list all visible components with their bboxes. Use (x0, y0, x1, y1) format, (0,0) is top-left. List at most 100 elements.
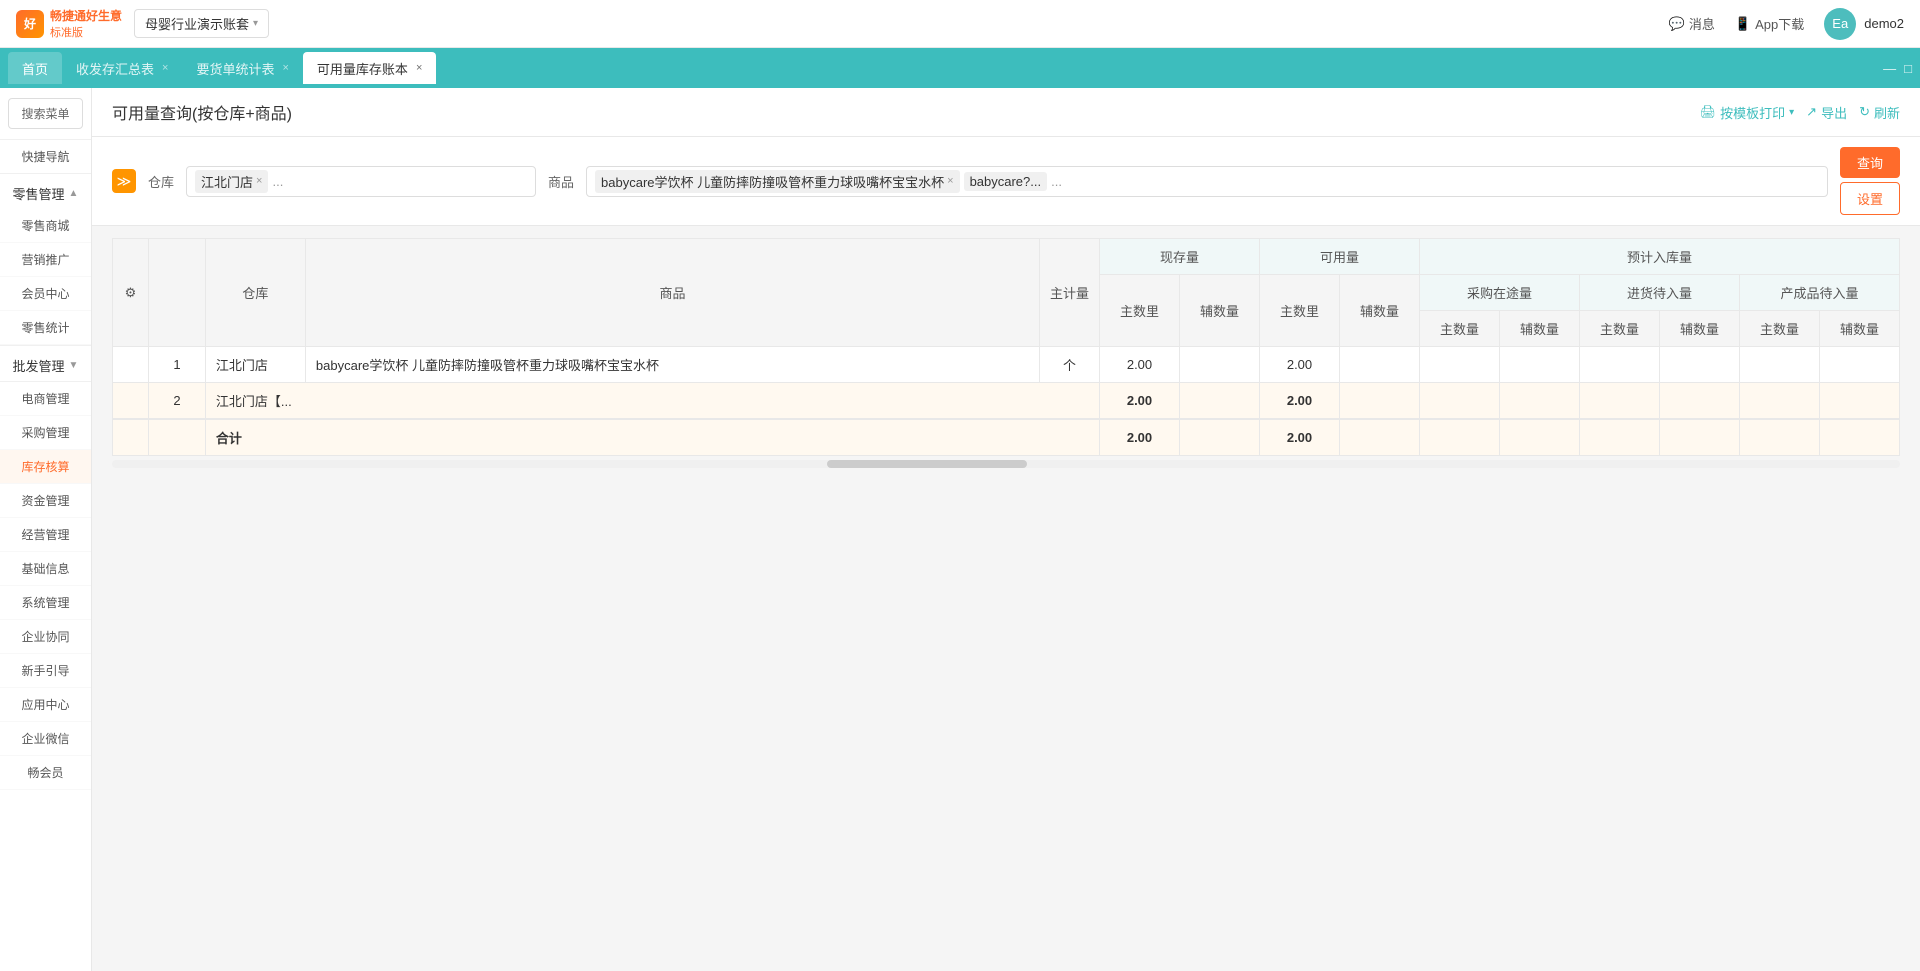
total-purchase-aux (1500, 419, 1580, 456)
product-tag-2-text: babycare?... (970, 174, 1042, 189)
tab-available-stock-close[interactable]: × (416, 62, 422, 74)
subtotal-production-aux (1820, 383, 1900, 420)
print-icon: 🖨 (1700, 104, 1717, 120)
sidebar-item-ecommerce[interactable]: 电商管理 (0, 382, 91, 416)
th-warehouse: 仓库 (205, 239, 305, 347)
sidebar-item-members[interactable]: 会员中心 (0, 277, 91, 311)
search-menu-btn[interactable]: 搜索菜单 (8, 98, 83, 129)
warehouse-tag[interactable]: 江北门店 × (195, 170, 268, 193)
th-available-aux: 辅数量 (1340, 275, 1420, 347)
tab-order-stats[interactable]: 要货单统计表 × (182, 52, 302, 84)
horizontal-scrollbar[interactable] (112, 460, 1900, 468)
top-bar-left: 好 畅捷通好生意 标准版 母婴行业演示账套 ▾ (16, 7, 269, 40)
industry-selector[interactable]: 母婴行业演示账套 ▾ (134, 9, 269, 38)
query-btn[interactable]: 查询 (1840, 147, 1900, 178)
row-production-aux-cell (1820, 347, 1900, 383)
sidebar-item-marketing[interactable]: 营销推广 (0, 243, 91, 277)
app-download-btn[interactable]: 📱 App下载 (1735, 14, 1804, 33)
warehouse-filter-label: 仓库 (148, 172, 174, 191)
th-purchase-main: 主数量 (1420, 311, 1500, 347)
row-stock-aux-cell (1180, 347, 1260, 383)
tab-order-stats-close[interactable]: × (282, 62, 288, 74)
refresh-btn[interactable]: ↻ 刷新 (1859, 103, 1900, 122)
row-unit-cell: 个 (1040, 347, 1100, 383)
row-num-cell: 1 (149, 347, 206, 383)
logo-text: 畅捷通好生意 标准版 (50, 7, 122, 40)
sidebar-item-inventory[interactable]: 库存核算 (0, 450, 91, 484)
sidebar-item-finance[interactable]: 资金管理 (0, 484, 91, 518)
sidebar-item-system[interactable]: 系统管理 (0, 586, 91, 620)
total-label-cell: 合计 (205, 419, 1099, 456)
sidebar-item-retail-mall[interactable]: 零售商城 (0, 209, 91, 243)
total-production-aux (1820, 419, 1900, 456)
sidebar-item-changhui[interactable]: 畅会员 (0, 756, 91, 790)
sidebar-item-retail[interactable]: 零售管理 ▲ (0, 174, 91, 209)
product-tag-1-close[interactable]: × (947, 175, 953, 187)
sidebar-item-operations[interactable]: 经营管理 (0, 518, 91, 552)
content-area: 可用量查询(按仓库+商品) 🖨 按模板打印 ▾ ↗ 导出 ↻ 刷新 ≫ (92, 88, 1920, 971)
page-actions: 🖨 按模板打印 ▾ ↗ 导出 ↻ 刷新 (1700, 103, 1900, 122)
tab-receive-send[interactable]: 收发存汇总表 × (62, 52, 182, 84)
column-settings-icon[interactable]: ⚙ (125, 285, 137, 300)
settings-btn[interactable]: 设置 (1840, 182, 1900, 215)
chevron-down-icon: ▼ (69, 360, 79, 371)
product-filter-more[interactable]: ... (1051, 174, 1062, 189)
page-header: 可用量查询(按仓库+商品) 🖨 按模板打印 ▾ ↗ 导出 ↻ 刷新 (92, 88, 1920, 137)
th-incoming-aux: 辅数量 (1660, 311, 1740, 347)
th-incoming-main: 主数量 (1580, 311, 1660, 347)
subtotal-incoming-main (1580, 383, 1660, 420)
product-tag-2[interactable]: babycare?... (964, 172, 1048, 191)
warehouse-filter-tags: 江北门店 × ... (186, 166, 536, 197)
product-filter-tags: babycare学饮杯 儿童防摔防撞吸管杯重力球吸嘴杯宝宝水杯 × babyca… (586, 166, 1828, 197)
subtotal-settings-cell (113, 383, 149, 420)
sidebar-item-appstore[interactable]: 应用中心 (0, 688, 91, 722)
th-settings: ⚙ (113, 239, 149, 347)
refresh-label: 刷新 (1874, 103, 1900, 122)
th-purchase-group: 采购在途量 (1420, 275, 1580, 311)
print-label: 按模板打印 (1720, 103, 1785, 122)
sidebar-item-enterprise[interactable]: 企业协同 (0, 620, 91, 654)
scrollbar-thumb[interactable] (827, 460, 1027, 468)
industry-label: 母婴行业演示账套 (145, 14, 249, 33)
row-available-aux-cell (1340, 347, 1420, 383)
sidebar-item-guide[interactable]: 新手引导 (0, 654, 91, 688)
logo-area: 好 畅捷通好生意 标准版 (16, 7, 122, 40)
quick-nav-btn[interactable]: 快捷导航 (0, 140, 91, 174)
tab-receive-send-close[interactable]: × (162, 62, 168, 74)
subtotal-available-aux (1340, 383, 1420, 420)
user-profile[interactable]: Ea demo2 (1824, 8, 1904, 40)
export-btn[interactable]: ↗ 导出 (1806, 103, 1847, 122)
nav-right: — □ (1883, 61, 1912, 76)
sidebar-item-wholesale[interactable]: 批发管理 ▼ (0, 346, 91, 381)
tab-home[interactable]: 首页 (8, 52, 62, 84)
th-planned-group: 预计入库量 (1420, 239, 1900, 275)
subtotal-purchase-main (1420, 383, 1500, 420)
sidebar-item-wechat[interactable]: 企业微信 (0, 722, 91, 756)
warehouse-filter-more[interactable]: ... (272, 174, 283, 189)
minimize-icon[interactable]: — (1883, 61, 1896, 76)
sidebar-item-basic[interactable]: 基础信息 (0, 552, 91, 586)
avatar-text: Ea (1832, 16, 1848, 31)
tab-home-label: 首页 (22, 59, 48, 78)
sidebar-item-purchase[interactable]: 采购管理 (0, 416, 91, 450)
sidebar-section-wholesale: 批发管理 ▼ (0, 346, 91, 382)
tab-available-stock[interactable]: 可用量库存账本 × (303, 52, 436, 84)
table-row: 1 江北门店 babycare学饮杯 儿童防摔防撞吸管杯重力球吸嘴杯宝宝水杯 个… (113, 347, 1900, 383)
th-production-main: 主数量 (1740, 311, 1820, 347)
message-btn[interactable]: 💬 消息 (1669, 14, 1715, 33)
page-title: 可用量查询(按仓库+商品) (112, 100, 292, 124)
subtotal-label-cell: 江北门店【... (205, 383, 1099, 420)
maximize-icon[interactable]: □ (1904, 61, 1912, 76)
expand-filter-btn[interactable]: ≫ (112, 169, 136, 193)
th-incoming-group: 进货待入量 (1580, 275, 1740, 311)
th-stock-aux: 辅数量 (1180, 275, 1260, 347)
row-production-main-cell (1740, 347, 1820, 383)
sidebar-item-retail-stats[interactable]: 零售统计 (0, 311, 91, 345)
total-available-main: 2.00 (1260, 419, 1340, 456)
download-icon: 📱 (1735, 16, 1751, 32)
row-incoming-main-cell (1580, 347, 1660, 383)
product-tag-1[interactable]: babycare学饮杯 儿童防摔防撞吸管杯重力球吸嘴杯宝宝水杯 × (595, 170, 960, 193)
print-btn[interactable]: 🖨 按模板打印 ▾ (1700, 103, 1795, 122)
warehouse-tag-close[interactable]: × (256, 175, 262, 187)
sidebar-search-area: 搜索菜单 (0, 88, 91, 140)
